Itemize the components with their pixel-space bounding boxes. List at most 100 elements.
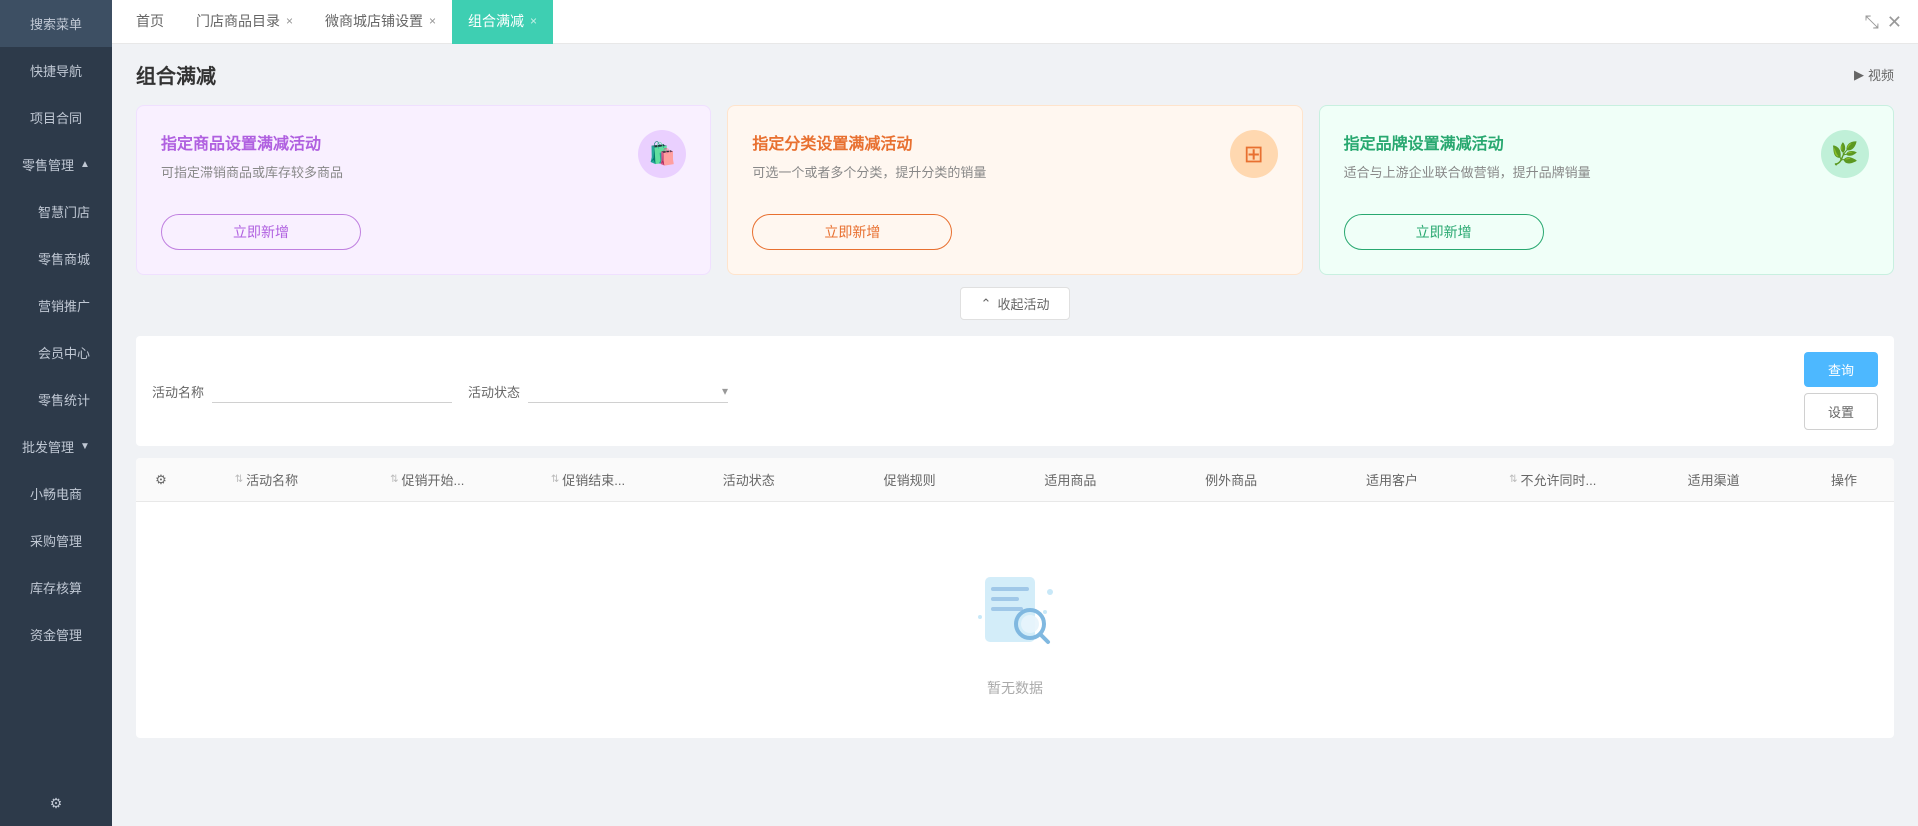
card-brand-title: 指定品牌设置满减活动 [1344, 130, 1869, 154]
gear-icon: ⚙ [50, 795, 63, 811]
brand-icon: 🌿 [1821, 130, 1869, 178]
sidebar-item-smart-store[interactable]: 智慧门店 [0, 188, 112, 235]
sidebar-item-label: 快捷导航 [30, 61, 82, 80]
video-btn[interactable]: ▶ 视频 [1854, 65, 1894, 84]
sidebar-item-label: 智慧门店 [38, 202, 90, 221]
filter-status-select[interactable]: ▾ [528, 380, 728, 403]
sort-icon[interactable]: ⇅ [1509, 475, 1517, 485]
card-category: ⊞ 指定分类设置满减活动 可选一个或者多个分类，提升分类的销量 立即新增 [727, 105, 1302, 275]
sidebar-item-project-contract[interactable]: 项目合同 [0, 94, 112, 141]
empty-illustration [965, 562, 1065, 662]
sort-icon[interactable]: ⇅ [235, 475, 243, 485]
tab-combo-discount[interactable]: 组合满减 × [452, 0, 553, 44]
sidebar-item-finance[interactable]: 资金管理 [0, 611, 112, 658]
video-label: 视频 [1868, 65, 1894, 84]
table-wrapper: ⚙ ⇅ 活动名称 ⇅ 促销开始... ⇅ 促销结束... [136, 458, 1894, 738]
tab-close-combo-discount[interactable]: × [530, 14, 537, 28]
sidebar-item-label: 小畅电商 [30, 484, 82, 503]
empty-state: 暂无数据 [136, 502, 1894, 738]
sort-icon[interactable]: ⇅ [390, 475, 398, 485]
th-channel: 适用渠道 [1633, 470, 1794, 489]
content-area: 组合满减 ▶ 视频 🛍️ 指定商品设置满减活动 可指定滞销商品或库存较多商品 立… [112, 44, 1918, 826]
collapse-bar: ⌃ 收起活动 [136, 287, 1894, 320]
card-product: 🛍️ 指定商品设置满减活动 可指定滞销商品或库存较多商品 立即新增 [136, 105, 711, 275]
th-product-label: 适用商品 [1044, 470, 1096, 489]
th-settings[interactable]: ⚙ [136, 472, 186, 488]
sidebar-item-member-center[interactable]: 会员中心 [0, 329, 112, 376]
th-except: 例外商品 [1151, 470, 1312, 489]
tab-label: 组合满减 [468, 11, 524, 31]
sidebar-item-retail-mall[interactable]: 零售商城 [0, 235, 112, 282]
sidebar-item-search-menu[interactable]: 搜索菜单 [0, 0, 112, 47]
th-name-label: 活动名称 [246, 470, 298, 489]
card-category-title: 指定分类设置满减活动 [752, 130, 1277, 154]
filter-name-group: 活动名称 [152, 379, 452, 403]
sidebar-item-label: 搜索菜单 [30, 14, 82, 33]
restore-btn[interactable]: ⤡ [1865, 13, 1879, 31]
table-header: ⚙ ⇅ 活动名称 ⇅ 促销开始... ⇅ 促销结束... [136, 458, 1894, 502]
sidebar-item-label: 零售管理 [22, 155, 74, 174]
tab-store-catalog[interactable]: 门店商品目录 × [180, 0, 309, 44]
sidebar-item-label: 库存核算 [30, 578, 82, 597]
chevron-down-icon: ▾ [722, 384, 728, 398]
card-category-desc: 可选一个或者多个分类，提升分类的销量 [752, 162, 1277, 198]
th-action: 操作 [1794, 470, 1894, 489]
collapse-icon: ⌃ [981, 296, 992, 312]
card-product-btn[interactable]: 立即新增 [161, 214, 361, 250]
sidebar-item-retail-stats[interactable]: 零售统计 [0, 376, 112, 423]
th-status-label: 活动状态 [723, 470, 775, 489]
page-header: 组合满减 ▶ 视频 [136, 60, 1894, 89]
sidebar-item-purchase-mgmt[interactable]: 采购管理 [0, 517, 112, 564]
sidebar-item-label: 零售统计 [38, 390, 90, 409]
sidebar-item-inventory[interactable]: 库存核算 [0, 564, 112, 611]
sidebar-item-retail-mgmt[interactable]: 零售管理 [0, 141, 112, 188]
tab-micro-store-settings[interactable]: 微商城店铺设置 × [309, 0, 452, 44]
window-buttons: ⤡ ✕ [1865, 13, 1911, 31]
th-end-label: 促销结束... [562, 470, 625, 489]
sidebar-item-wholesale-mgmt[interactable]: 批发管理 [0, 423, 112, 470]
query-btn[interactable]: 查询 [1804, 352, 1878, 387]
sidebar-item-label: 会员中心 [38, 343, 90, 362]
tab-close-micro-store[interactable]: × [429, 14, 436, 28]
filter-name-input[interactable] [212, 379, 452, 403]
tab-label: 门店商品目录 [196, 11, 280, 31]
th-channel-label: 适用渠道 [1688, 470, 1740, 489]
th-start-label: 促销开始... [401, 470, 464, 489]
tab-label: 微商城店铺设置 [325, 11, 423, 31]
card-brand-btn[interactable]: 立即新增 [1344, 214, 1544, 250]
sidebar: 搜索菜单 快捷导航 项目合同 零售管理 智慧门店 零售商城 营销推广 会员中心 … [0, 0, 112, 826]
th-product: 适用商品 [990, 470, 1151, 489]
sidebar-item-label: 营销推广 [38, 296, 90, 315]
category-icon: ⊞ [1230, 130, 1278, 178]
sidebar-item-xc-ecom[interactable]: 小畅电商 [0, 470, 112, 517]
card-brand-desc: 适合与上游企业联合做营销，提升品牌销量 [1344, 162, 1869, 198]
th-name: ⇅ 活动名称 [186, 470, 347, 489]
empty-text: 暂无数据 [987, 678, 1043, 698]
sidebar-item-marketing[interactable]: 营销推广 [0, 282, 112, 329]
th-customer: 适用客户 [1312, 470, 1473, 489]
sidebar-item-quick-nav[interactable]: 快捷导航 [0, 47, 112, 94]
th-no-concurrent: ⇅ 不允许同时... [1472, 470, 1633, 489]
card-category-btn[interactable]: 立即新增 [752, 214, 952, 250]
tab-bar: 首页 门店商品目录 × 微商城店铺设置 × 组合满减 × ⤡ ✕ [112, 0, 1918, 44]
th-rule-label: 促销规则 [884, 470, 936, 489]
filter-status-label: 活动状态 [468, 382, 520, 401]
cards-row: 🛍️ 指定商品设置满减活动 可指定滞销商品或库存较多商品 立即新增 ⊞ 指定分类… [136, 105, 1894, 275]
th-start: ⇅ 促销开始... [347, 470, 508, 489]
filter-name-label: 活动名称 [152, 382, 204, 401]
sidebar-item-label: 项目合同 [30, 108, 82, 127]
sidebar-settings-btn[interactable]: ⚙ [0, 781, 112, 826]
settings-btn[interactable]: 设置 [1804, 393, 1878, 430]
product-icon: 🛍️ [638, 130, 686, 178]
main-area: 首页 门店商品目录 × 微商城店铺设置 × 组合满减 × ⤡ ✕ 组合满减 ▶ … [112, 0, 1918, 826]
sidebar-item-label: 批发管理 [22, 437, 74, 456]
sidebar-item-label: 零售商城 [38, 249, 90, 268]
tab-close-store-catalog[interactable]: × [286, 14, 293, 28]
close-btn[interactable]: ✕ [1887, 13, 1902, 31]
card-product-desc: 可指定滞销商品或库存较多商品 [161, 162, 686, 198]
th-rule: 促销规则 [829, 470, 990, 489]
tab-home[interactable]: 首页 [120, 0, 180, 44]
sort-icon[interactable]: ⇅ [551, 475, 559, 485]
collapse-btn[interactable]: ⌃ 收起活动 [960, 287, 1071, 320]
th-end: ⇅ 促销结束... [508, 470, 669, 489]
